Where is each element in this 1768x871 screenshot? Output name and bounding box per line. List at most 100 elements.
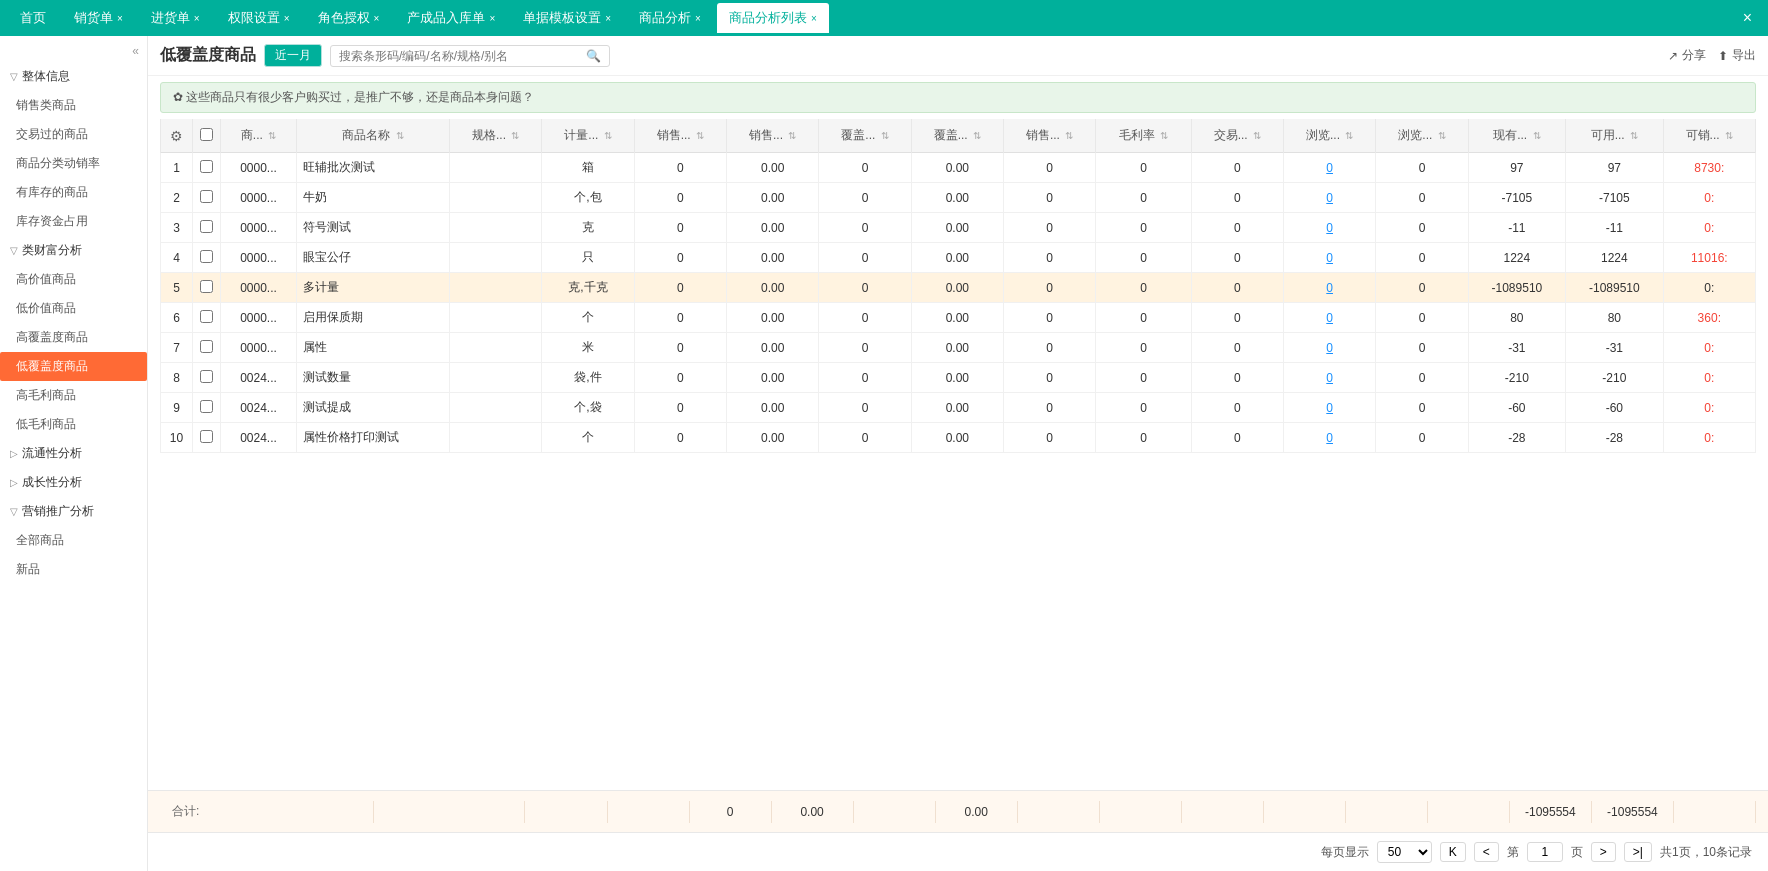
row-checkbox[interactable] <box>200 340 213 353</box>
nav-role-auth[interactable]: 角色授权 × <box>306 3 392 33</box>
sidebar-item-stock-capital[interactable]: 库存资金占用 <box>0 207 147 236</box>
nav-goods-analysis-list[interactable]: 商品分析列表 × <box>717 3 829 33</box>
th-settings[interactable]: ⚙ <box>161 119 193 153</box>
cell-browse1[interactable]: 0 <box>1283 243 1375 273</box>
cell-checkbox[interactable] <box>193 303 221 333</box>
sidebar-item-low-coverage[interactable]: 低覆盖度商品 <box>0 352 147 381</box>
cell-browse1[interactable]: 0 <box>1283 393 1375 423</box>
cell-checkbox[interactable] <box>193 213 221 243</box>
sidebar-item-stocked-goods[interactable]: 有库存的商品 <box>0 178 147 207</box>
sidebar-section-flow[interactable]: ▷ 流通性分析 <box>0 439 147 468</box>
select-all-checkbox[interactable] <box>200 128 213 141</box>
search-input[interactable] <box>339 49 582 63</box>
row-checkbox[interactable] <box>200 370 213 383</box>
row-checkbox[interactable] <box>200 250 213 263</box>
page-last-button[interactable]: >| <box>1624 842 1652 862</box>
sidebar-item-high-profit[interactable]: 高毛利商品 <box>0 381 147 410</box>
th-cover1[interactable]: 覆盖... ⇅ <box>819 119 911 153</box>
cell-checkbox[interactable] <box>193 273 221 303</box>
row-checkbox[interactable] <box>200 400 213 413</box>
sidebar-item-traded-goods[interactable]: 交易过的商品 <box>0 120 147 149</box>
cell-browse1[interactable]: 0 <box>1283 183 1375 213</box>
share-button[interactable]: ↗ 分享 <box>1668 47 1706 64</box>
nav-close-icon[interactable]: × <box>605 13 611 24</box>
cell-checkbox[interactable] <box>193 393 221 423</box>
cell-checkbox[interactable] <box>193 333 221 363</box>
th-unit[interactable]: 计量... ⇅ <box>542 119 634 153</box>
page-number-input[interactable] <box>1527 842 1563 862</box>
sidebar-item-sales-goods[interactable]: 销售类商品 <box>0 91 147 120</box>
row-checkbox[interactable] <box>200 430 213 443</box>
row-checkbox[interactable] <box>200 160 213 173</box>
sidebar-item-low-profit[interactable]: 低毛利商品 <box>0 410 147 439</box>
nav-close-icon[interactable]: × <box>489 13 495 24</box>
cell-browse1[interactable]: 0 <box>1283 363 1375 393</box>
nav-home[interactable]: 首页 <box>8 3 58 33</box>
row-checkbox[interactable] <box>200 280 213 293</box>
th-cover2[interactable]: 覆盖... ⇅ <box>911 119 1003 153</box>
th-gross-margin[interactable]: 毛利率 ⇅ <box>1096 119 1191 153</box>
nav-close-icon[interactable]: × <box>374 13 380 24</box>
row-checkbox[interactable] <box>200 220 213 233</box>
nav-close-icon[interactable]: × <box>811 13 817 24</box>
window-close-button[interactable]: × <box>1735 5 1760 31</box>
nav-close-icon[interactable]: × <box>117 13 123 24</box>
th-checkbox[interactable] <box>193 119 221 153</box>
th-spec[interactable]: 规格... ⇅ <box>450 119 542 153</box>
nav-sales-order[interactable]: 销货单 × <box>62 3 135 33</box>
page-prev-button[interactable]: < <box>1474 842 1499 862</box>
cell-available: -1089510 <box>1566 273 1663 303</box>
th-available[interactable]: 可用... ⇅ <box>1566 119 1663 153</box>
page-size-select[interactable]: 50 20 100 <box>1377 841 1432 863</box>
sidebar-item-all-goods[interactable]: 全部商品 <box>0 526 147 555</box>
cell-browse1[interactable]: 0 <box>1283 153 1375 183</box>
export-button[interactable]: ⬆ 导出 <box>1718 47 1756 64</box>
sidebar-item-high-coverage[interactable]: 高覆盖度商品 <box>0 323 147 352</box>
th-saleable[interactable]: 可销... ⇅ <box>1663 119 1755 153</box>
nav-product-storage[interactable]: 产成品入库单 × <box>395 3 507 33</box>
th-sales-qty[interactable]: 销售... ⇅ <box>634 119 726 153</box>
sidebar-item-new-goods[interactable]: 新品 <box>0 555 147 584</box>
sidebar-collapse-button[interactable]: « <box>0 40 147 62</box>
th-name[interactable]: 商品名称 ⇅ <box>297 119 450 153</box>
sidebar-item-category-rate[interactable]: 商品分类动销率 <box>0 149 147 178</box>
nav-permission-settings[interactable]: 权限设置 × <box>216 3 302 33</box>
page-first-button[interactable]: K <box>1440 842 1466 862</box>
th-sales3[interactable]: 销售... ⇅ <box>1003 119 1095 153</box>
cell-browse1[interactable]: 0 <box>1283 333 1375 363</box>
cell-checkbox[interactable] <box>193 183 221 213</box>
cell-checkbox[interactable] <box>193 243 221 273</box>
th-code[interactable]: 商... ⇅ <box>221 119 297 153</box>
cell-checkbox[interactable] <box>193 153 221 183</box>
th-trade[interactable]: 交易... ⇅ <box>1191 119 1283 153</box>
filter-recent-month[interactable]: 近一月 <box>264 44 322 67</box>
page-next-button[interactable]: > <box>1591 842 1616 862</box>
nav-close-icon[interactable]: × <box>194 13 200 24</box>
sidebar-section-diversity[interactable]: ▽ 类财富分析 <box>0 236 147 265</box>
nav-template-settings[interactable]: 单据模板设置 × <box>511 3 623 33</box>
cell-browse1[interactable]: 0 <box>1283 273 1375 303</box>
settings-icon[interactable]: ⚙ <box>170 128 183 144</box>
row-checkbox[interactable] <box>200 310 213 323</box>
nav-goods-analysis[interactable]: 商品分析 × <box>627 3 713 33</box>
cell-browse1[interactable]: 0 <box>1283 423 1375 453</box>
sidebar-item-low-value[interactable]: 低价值商品 <box>0 294 147 323</box>
nav-close-icon[interactable]: × <box>695 13 701 24</box>
sidebar-item-high-value[interactable]: 高价值商品 <box>0 265 147 294</box>
th-sales-amt[interactable]: 销售... ⇅ <box>726 119 818 153</box>
th-current-stock[interactable]: 现有... ⇅ <box>1468 119 1565 153</box>
cell-checkbox[interactable] <box>193 423 221 453</box>
sidebar-section-marketing[interactable]: ▽ 营销推广分析 <box>0 497 147 526</box>
row-checkbox[interactable] <box>200 190 213 203</box>
sort-icon: ⇅ <box>1253 130 1261 141</box>
cell-browse1[interactable]: 0 <box>1283 303 1375 333</box>
nav-purchase-order[interactable]: 进货单 × <box>139 3 212 33</box>
sidebar-section-growth[interactable]: ▷ 成长性分析 <box>0 468 147 497</box>
th-browse2[interactable]: 浏览... ⇅ <box>1376 119 1468 153</box>
th-browse1[interactable]: 浏览... ⇅ <box>1283 119 1375 153</box>
search-icon[interactable]: 🔍 <box>586 49 601 63</box>
nav-close-icon[interactable]: × <box>284 13 290 24</box>
cell-checkbox[interactable] <box>193 363 221 393</box>
sidebar-section-overall[interactable]: ▽ 整体信息 <box>0 62 147 91</box>
cell-browse1[interactable]: 0 <box>1283 213 1375 243</box>
